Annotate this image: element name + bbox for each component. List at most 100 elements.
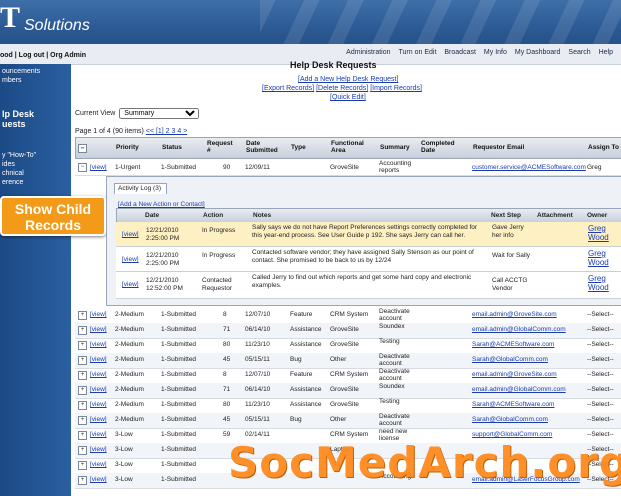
view-link[interactable]: [view]: [90, 371, 107, 378]
cell-request-num: 71: [223, 386, 231, 393]
view-link[interactable]: [view]: [90, 164, 107, 171]
cell-email[interactable]: support@GlobalComm.com: [472, 431, 552, 438]
cell-email[interactable]: Sarah@GlobalComm.com: [472, 356, 548, 363]
cell-email[interactable]: email.admin@GroveSite.com: [472, 311, 557, 318]
view-link[interactable]: [view]: [90, 311, 107, 318]
nav-broadcast[interactable]: Broadcast: [444, 49, 476, 56]
pager-controls[interactable]: << [1] 2 3 4 >: [146, 128, 187, 135]
view-link[interactable]: [view]: [90, 446, 107, 453]
expand-row-button[interactable]: +: [78, 356, 87, 365]
cell-type: Bug: [290, 356, 302, 363]
col-assign-to[interactable]: Assign To: [588, 144, 619, 151]
sidebar-item-guides[interactable]: ides: [2, 161, 15, 169]
view-link[interactable]: [view]: [90, 416, 107, 423]
view-link[interactable]: [view]: [90, 356, 107, 363]
col-completed-date[interactable]: Completed Date: [421, 140, 461, 154]
cell-email[interactable]: email.admin@GroveSite.com: [472, 371, 557, 378]
expand-row-button[interactable]: +: [78, 371, 87, 380]
add-request-link[interactable]: [Add a New Help Desk Request]: [298, 76, 398, 83]
col-summary[interactable]: Summary: [380, 144, 410, 151]
nav-search[interactable]: Search: [568, 49, 590, 56]
table-row: + [view] 2-Medium 1-Submitted 8 12/07/10 Featu…: [75, 308, 621, 324]
nav-help[interactable]: Help: [599, 49, 613, 56]
sidebar-item-help-desk[interactable]: lp Desk: [2, 110, 34, 119]
expand-row-button[interactable]: +: [78, 401, 87, 410]
cell-email[interactable]: email.admin@GlobalComm.com: [472, 386, 566, 393]
expand-row-button[interactable]: +: [78, 311, 87, 320]
expand-row-button[interactable]: +: [78, 416, 87, 425]
cell-email[interactable]: Sarah@ACMESoftware.com: [472, 401, 554, 408]
col-request-num[interactable]: Request #: [207, 140, 235, 154]
cell-status: 1-Submitted: [161, 311, 197, 318]
nav-my-dashboard[interactable]: My Dashboard: [515, 49, 561, 56]
child-cell-owner[interactable]: Greg Wood: [588, 249, 618, 267]
child-col-attachment[interactable]: Attachment: [537, 212, 573, 219]
expand-row-button[interactable]: +: [78, 386, 87, 395]
view-link[interactable]: [view]: [90, 431, 107, 438]
logo-text: Solutions: [24, 17, 90, 34]
tab-activity-log[interactable]: Activity Log (3): [114, 183, 167, 194]
child-grid-header: Date Action Notes Next Step Attachment O…: [116, 208, 621, 223]
view-link[interactable]: [view]: [90, 326, 107, 333]
current-view-select[interactable]: Summary: [119, 108, 200, 119]
user-links[interactable]: ood | Log out | Org Admin: [0, 52, 86, 59]
cell-email[interactable]: email.admin@GlobalComm.com: [472, 326, 566, 333]
child-col-action[interactable]: Action: [203, 212, 223, 219]
child-cell-owner[interactable]: Greg Wood: [588, 274, 618, 292]
child-col-next-step[interactable]: Next Step: [491, 212, 521, 219]
collapse-row-button[interactable]: −: [78, 163, 87, 172]
sidebar-item-announcements[interactable]: ouncements: [2, 68, 40, 76]
sidebar-item-technical[interactable]: chnical: [2, 170, 24, 178]
cell-email[interactable]: Sarah@ACMESoftware.com: [472, 341, 554, 348]
expand-row-button[interactable]: +: [78, 341, 87, 350]
sidebar-item-help-desk-sub[interactable]: uests: [2, 120, 26, 129]
child-view-link[interactable]: [view]: [122, 256, 139, 264]
sidebar-item-reference[interactable]: erence: [2, 179, 23, 187]
expand-row-button[interactable]: +: [78, 446, 87, 455]
cell-area: CRM System: [330, 371, 369, 378]
sidebar-item-howto[interactable]: y "How-To": [2, 152, 36, 160]
col-type[interactable]: Type: [291, 144, 306, 151]
expand-row-button[interactable]: +: [78, 476, 87, 485]
expand-row-button[interactable]: +: [78, 461, 87, 470]
col-date-submitted[interactable]: Date Submitted: [246, 140, 278, 154]
cell-date: 12/07/10: [245, 311, 271, 318]
import-records-link[interactable]: [Import Records]: [370, 85, 422, 92]
sidebar-item-members[interactable]: mbers: [2, 77, 21, 85]
cell-assign: --Select--: [587, 341, 614, 348]
cell-email[interactable]: customer.service@ACMESoftware.com: [472, 164, 586, 171]
col-status[interactable]: Status: [162, 144, 182, 151]
child-view-link[interactable]: [view]: [122, 281, 139, 289]
quick-edit-link[interactable]: [Quick Edit]: [330, 94, 366, 101]
cell-priority: 1-Urgent: [115, 164, 141, 171]
nav-turn-on-edit[interactable]: Turn on Edit: [399, 49, 437, 56]
col-functional-area[interactable]: Functional Area: [331, 140, 365, 154]
child-col-date[interactable]: Date: [145, 212, 159, 219]
export-records-link[interactable]: [Export Records]: [262, 85, 314, 92]
cell-area: Other: [330, 356, 347, 363]
col-requestor-email[interactable]: Requestor Email: [473, 144, 524, 151]
nav-my-info[interactable]: My Info: [484, 49, 507, 56]
view-link[interactable]: [view]: [90, 476, 107, 483]
child-col-notes[interactable]: Notes: [253, 212, 271, 219]
cell-type: Bug: [290, 416, 302, 423]
expand-row-button[interactable]: +: [78, 326, 87, 335]
cell-date: 06/14/10: [245, 386, 271, 393]
child-col-owner[interactable]: Owner: [587, 212, 607, 219]
child-row: [view] 12/21/2010 2:25:00 PM In Progress…: [116, 247, 621, 272]
expand-row-button[interactable]: +: [78, 431, 87, 440]
collapse-all-button[interactable]: −: [78, 144, 87, 153]
view-link[interactable]: [view]: [90, 386, 107, 393]
child-cell-notes: Called Jerry to find out which reports a…: [252, 274, 472, 289]
nav-administration[interactable]: Administration: [346, 49, 390, 56]
col-priority[interactable]: Priority: [116, 144, 139, 151]
cell-email[interactable]: Sarah@GlobalComm.com: [472, 416, 548, 423]
add-action-link[interactable]: [Add a New Action or Contact]: [118, 201, 205, 208]
view-link[interactable]: [view]: [90, 341, 107, 348]
table-row: + [view] 2-Medium 1-Submitted 80 11/23/10 Assi…: [75, 338, 621, 354]
child-cell-owner[interactable]: Greg Wood: [588, 224, 618, 242]
delete-records-link[interactable]: [Delete Records]: [316, 85, 368, 92]
view-link[interactable]: [view]: [90, 461, 107, 468]
view-link[interactable]: [view]: [90, 401, 107, 408]
child-view-link[interactable]: [view]: [122, 231, 139, 239]
